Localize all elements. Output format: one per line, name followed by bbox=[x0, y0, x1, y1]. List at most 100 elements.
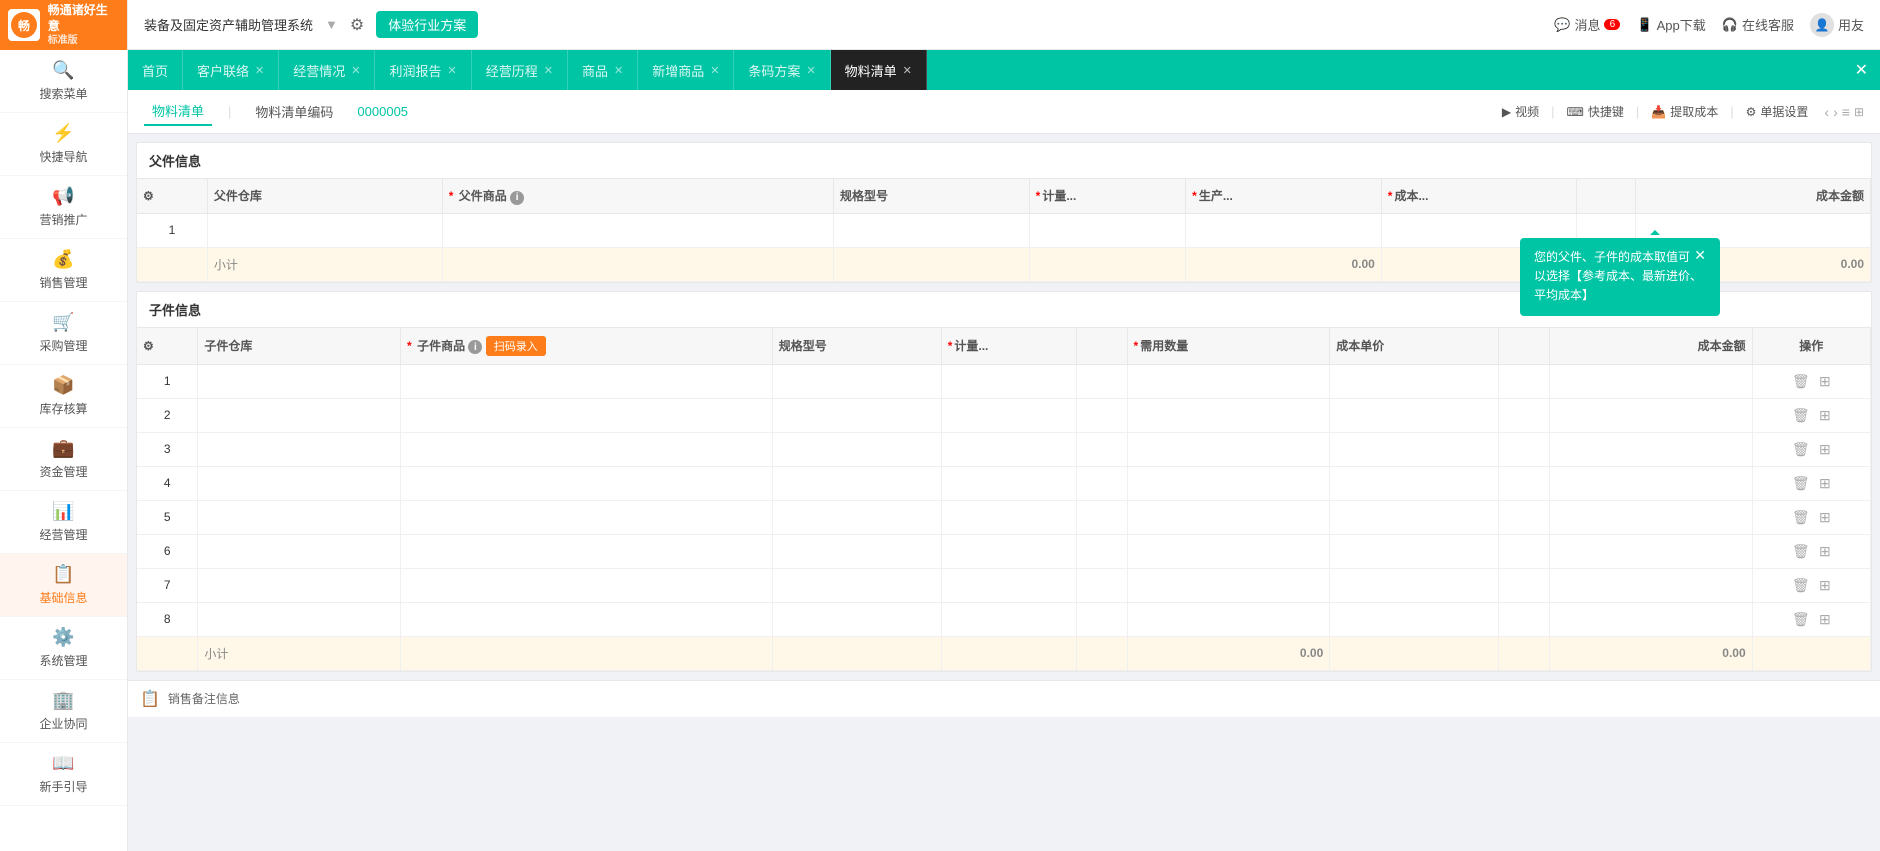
parent-goods-info-icon[interactable]: i bbox=[510, 191, 524, 205]
delete-icon[interactable]: 🗑 bbox=[1792, 441, 1810, 457]
sidebar-item-basic-info[interactable]: 📋 基础信息 bbox=[0, 554, 127, 617]
dropdown-arrow[interactable]: ▼ bbox=[325, 17, 338, 32]
sidebar-item-guide[interactable]: 📖 新手引导 bbox=[0, 743, 127, 806]
tab-barcode-close[interactable]: ✕ bbox=[806, 64, 815, 77]
child-goods-info-icon[interactable]: i bbox=[468, 340, 482, 354]
copy-icon[interactable]: ⊞ bbox=[1819, 373, 1831, 389]
expand-icon[interactable]: ⊞ bbox=[1854, 105, 1864, 119]
sub-header-actions: ▶ 视频 | ⌨ 快捷键 | 📥 提取成本 | ⚙ 单据设置 bbox=[1502, 103, 1864, 120]
action-cost-label: 提取成本 bbox=[1670, 103, 1718, 120]
action-shortcut-label: 快捷键 bbox=[1588, 103, 1624, 120]
child-row-1-qty[interactable] bbox=[1127, 364, 1330, 398]
sidebar-item-finance[interactable]: 💼 资金管理 bbox=[0, 428, 127, 491]
sidebar-item-marketing[interactable]: 📢 营销推广 bbox=[0, 176, 127, 239]
tab-operation-history-close[interactable]: ✕ bbox=[544, 64, 553, 77]
tab-bom[interactable]: 物料清单 ✕ bbox=[831, 50, 927, 90]
tab-bom-label: 物料清单 bbox=[845, 61, 897, 80]
tab-barcode[interactable]: 条码方案 ✕ bbox=[734, 50, 830, 90]
message-label: 消息 bbox=[1574, 15, 1600, 34]
tab-new-goods-close[interactable]: ✕ bbox=[710, 64, 719, 77]
action-cost[interactable]: 📥 提取成本 bbox=[1651, 103, 1718, 120]
action-view[interactable]: ▶ 视频 bbox=[1502, 103, 1539, 120]
message-button[interactable]: 💬 消息 6 bbox=[1554, 15, 1620, 34]
action-single-settings[interactable]: ⚙ 单据设置 bbox=[1746, 103, 1809, 120]
breadcrumb-bom-list[interactable]: 物料清单 bbox=[144, 97, 212, 126]
online-service-button[interactable]: 🎧 在线客服 bbox=[1722, 15, 1794, 34]
tooltip-close[interactable]: ✕ bbox=[1694, 248, 1706, 262]
tab-operation-history[interactable]: 经营历程 ✕ bbox=[472, 50, 568, 90]
tab-home-label: 首页 bbox=[142, 61, 168, 80]
tab-new-goods[interactable]: 新增商品 ✕ bbox=[638, 50, 734, 90]
delete-icon[interactable]: 🗑 bbox=[1792, 407, 1810, 423]
delete-icon[interactable]: 🗑 bbox=[1792, 543, 1810, 559]
child-row-1-unit-cost[interactable] bbox=[1330, 364, 1499, 398]
parent-row-1-warehouse[interactable] bbox=[207, 213, 442, 247]
copy-icon[interactable]: ⊞ bbox=[1819, 441, 1831, 457]
delete-icon[interactable]: 🗑 bbox=[1792, 577, 1810, 593]
user-button[interactable]: 👤 用友 bbox=[1810, 13, 1864, 37]
child-row-1-spec[interactable] bbox=[772, 364, 941, 398]
child-col-qty: *需用数量 bbox=[1127, 328, 1330, 365]
copy-icon[interactable]: ⊞ bbox=[1819, 509, 1831, 525]
delete-icon[interactable]: 🗑 bbox=[1792, 509, 1810, 525]
tab-profit-report-close[interactable]: ✕ bbox=[448, 64, 457, 77]
child-col-settings[interactable]: ⚙ bbox=[137, 328, 198, 365]
sidebar-item-enterprise[interactable]: 🏢 企业协同 bbox=[0, 680, 127, 743]
parent-row-1-unit[interactable] bbox=[1029, 213, 1186, 247]
view-icon: ▶ bbox=[1502, 105, 1511, 119]
sidebar-item-inventory[interactable]: 📦 库存核算 bbox=[0, 365, 127, 428]
parent-col-settings[interactable]: ⚙ bbox=[137, 179, 207, 213]
menu-icon[interactable]: ≡ bbox=[1842, 104, 1850, 120]
parent-col-goods: * 父件商品 i bbox=[442, 179, 833, 213]
delete-icon[interactable]: 🗑 bbox=[1792, 373, 1810, 389]
sidebar-item-sales[interactable]: 💰 销售管理 bbox=[0, 239, 127, 302]
app-download-label: App下载 bbox=[1657, 15, 1706, 34]
copy-icon[interactable]: ⊞ bbox=[1819, 611, 1831, 627]
copy-icon[interactable]: ⊞ bbox=[1819, 407, 1831, 423]
experience-button[interactable]: 体验行业方案 bbox=[376, 11, 478, 38]
app-download-button[interactable]: 📱 App下载 bbox=[1636, 15, 1705, 34]
delete-icon[interactable]: 🗑 bbox=[1792, 475, 1810, 491]
finance-icon: 💼 bbox=[52, 438, 74, 459]
sidebar-item-search[interactable]: 🔍 搜索菜单 bbox=[0, 50, 127, 113]
tab-customer-close[interactable]: ✕ bbox=[255, 64, 264, 77]
tab-operation-status[interactable]: 经营情况 ✕ bbox=[279, 50, 375, 90]
child-row-1-warehouse[interactable] bbox=[198, 364, 401, 398]
tab-goods-close[interactable]: ✕ bbox=[614, 64, 623, 77]
action-shortcut[interactable]: ⌨ 快捷键 bbox=[1567, 103, 1624, 120]
scan-button[interactable]: 扫码录入 bbox=[486, 336, 546, 356]
child-row-1-unit[interactable] bbox=[941, 364, 1076, 398]
copy-icon[interactable]: ⊞ bbox=[1819, 577, 1831, 593]
child-row-1-goods[interactable] bbox=[401, 364, 773, 398]
bottom-bar-icon: 📋 bbox=[140, 689, 160, 709]
tab-goods[interactable]: 商品 ✕ bbox=[568, 50, 638, 90]
parent-col-produce: *生产... bbox=[1186, 179, 1382, 213]
tab-close-all[interactable]: ✕ bbox=[1843, 50, 1880, 90]
parent-row-1-spec[interactable] bbox=[834, 213, 1030, 247]
copy-icon[interactable]: ⊞ bbox=[1819, 543, 1831, 559]
settings-icon[interactable]: ⚙ bbox=[350, 15, 364, 35]
delete-icon[interactable]: 🗑 bbox=[1792, 611, 1810, 627]
child-subtotal-row: 小计 0.00 0.00 bbox=[137, 636, 1871, 670]
sidebar-item-system[interactable]: ⚙️ 系统管理 bbox=[0, 617, 127, 680]
sidebar-item-purchase[interactable]: 🛒 采购管理 bbox=[0, 302, 127, 365]
sidebar-label-search: 搜索菜单 bbox=[39, 85, 87, 102]
tab-bom-close[interactable]: ✕ bbox=[903, 64, 912, 77]
prev-arrow[interactable]: ‹ bbox=[1824, 104, 1829, 120]
parent-section-title: 父件信息 bbox=[137, 143, 1871, 179]
brand-name: 畅通诸好生意 bbox=[48, 3, 119, 34]
tab-operation-status-close[interactable]: ✕ bbox=[351, 64, 360, 77]
child-col-unit-cost: 成本单价 bbox=[1330, 328, 1499, 365]
tab-profit-report[interactable]: 利润报告 ✕ bbox=[375, 50, 471, 90]
sidebar-label-inventory: 库存核算 bbox=[39, 400, 87, 417]
tooltip-text: 您的父件、子件的成本取值可以选择【参考成本、最新进价、平均成本】 bbox=[1534, 250, 1702, 302]
parent-row-1-goods[interactable] bbox=[442, 213, 833, 247]
child-col-cost-amount: 成本金额 bbox=[1549, 328, 1752, 365]
tab-customer[interactable]: 客户联络 ✕ bbox=[183, 50, 279, 90]
sidebar-item-quick-nav[interactable]: ⚡ 快捷导航 bbox=[0, 113, 127, 176]
tab-home[interactable]: 首页 bbox=[128, 50, 183, 90]
next-arrow[interactable]: › bbox=[1833, 104, 1838, 120]
copy-icon[interactable]: ⊞ bbox=[1819, 475, 1831, 491]
sidebar-item-operation[interactable]: 📊 经营管理 bbox=[0, 491, 127, 554]
parent-row-1-produce[interactable] bbox=[1186, 213, 1382, 247]
